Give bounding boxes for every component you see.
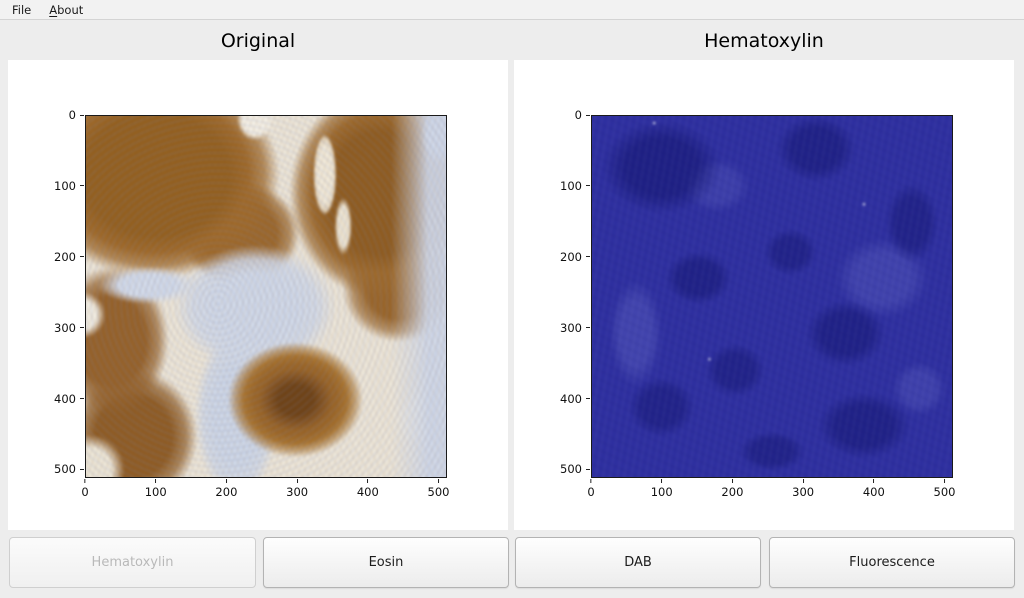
y-tick: 400 — [20, 393, 84, 405]
eosin-button[interactable]: Eosin — [263, 537, 509, 588]
tick-label: 500 — [427, 485, 450, 499]
tick-label: 200 — [215, 485, 238, 499]
x-tick: 0 — [587, 479, 595, 499]
tick-label: 100 — [144, 485, 167, 499]
x-tick: 100 — [651, 479, 673, 498]
tick-label: 100 — [560, 178, 582, 193]
y-tick: 200 — [20, 251, 84, 263]
menu-about-rest: bout — [57, 2, 84, 17]
tick-label: 500 — [54, 462, 76, 477]
y-tick: 500 — [526, 463, 590, 475]
panel-title-hematoxylin: Hematoxylin — [704, 30, 824, 52]
y-tick: 100 — [526, 180, 590, 192]
hematoxylin-plot-panel: 0 100 200 300 400 500 0 100 200 300 400 500 — [514, 60, 1014, 530]
tick-label: 400 — [54, 391, 76, 406]
hematoxylin-channel-image — [592, 116, 952, 477]
hematoxylin-y-axis: 0 100 200 300 400 500 — [526, 109, 590, 478]
y-tick: 500 — [20, 463, 84, 475]
x-tick: 300 — [792, 479, 814, 498]
tick-label: 400 — [356, 485, 379, 499]
tick-label: 500 — [933, 485, 956, 499]
panel-title-original: Original — [220, 30, 296, 52]
y-tick: 100 — [20, 180, 84, 192]
x-tick: 500 — [933, 479, 956, 499]
tick-label: 0 — [587, 485, 595, 499]
tick-label: 200 — [54, 249, 76, 264]
y-tick: 200 — [526, 251, 590, 263]
y-tick: 0 — [526, 109, 590, 121]
hematoxylin-button[interactable]: Hematoxylin — [9, 537, 256, 588]
x-tick: 100 — [145, 479, 167, 498]
menu-item-file[interactable]: File — [10, 2, 33, 18]
app-window: File About Original Hematoxylin 0 100 200 3… — [0, 0, 1024, 598]
tick-label: 400 — [560, 391, 582, 406]
tick-label: 100 — [54, 178, 76, 193]
menu-item-about[interactable]: About — [47, 2, 85, 18]
y-tick: 400 — [526, 393, 590, 405]
x-tick: 200 — [721, 479, 743, 498]
original-ihc-image — [86, 116, 446, 477]
y-tick: 0 — [20, 109, 84, 121]
tick-label: 200 — [560, 249, 582, 264]
x-tick: 400 — [863, 479, 885, 498]
fluorescence-button[interactable]: Fluorescence — [769, 537, 1015, 588]
x-tick: 500 — [427, 479, 450, 499]
x-tick: 300 — [286, 479, 308, 498]
tick-label: 0 — [574, 108, 582, 122]
y-tick: 300 — [20, 322, 84, 334]
hematoxylin-x-axis: 0 100 200 300 400 500 — [587, 479, 956, 503]
menu-about-hotkey: A — [49, 2, 58, 17]
x-tick: 0 — [81, 479, 89, 499]
dab-button[interactable]: DAB — [515, 537, 761, 588]
tick-label: 300 — [792, 485, 815, 499]
tick-label: 300 — [54, 320, 76, 335]
tick-label: 500 — [560, 462, 582, 477]
tick-label: 0 — [81, 485, 89, 499]
tick-label: 400 — [862, 485, 885, 499]
tick-label: 300 — [560, 320, 582, 335]
tick-label: 200 — [721, 485, 744, 499]
hematoxylin-plot-axes — [591, 115, 953, 478]
original-plot-panel: 0 100 200 300 400 500 0 100 200 300 400 500 — [8, 60, 508, 530]
x-tick: 400 — [357, 479, 379, 498]
original-x-axis: 0 100 200 300 400 500 — [81, 479, 450, 503]
tick-label: 100 — [650, 485, 673, 499]
x-tick: 200 — [215, 479, 237, 498]
menu-bar: File About — [0, 0, 1024, 20]
tick-label: 300 — [286, 485, 309, 499]
y-tick: 300 — [526, 322, 590, 334]
original-y-axis: 0 100 200 300 400 500 — [20, 109, 84, 478]
tick-label: 0 — [68, 108, 76, 122]
original-plot-axes — [85, 115, 447, 478]
